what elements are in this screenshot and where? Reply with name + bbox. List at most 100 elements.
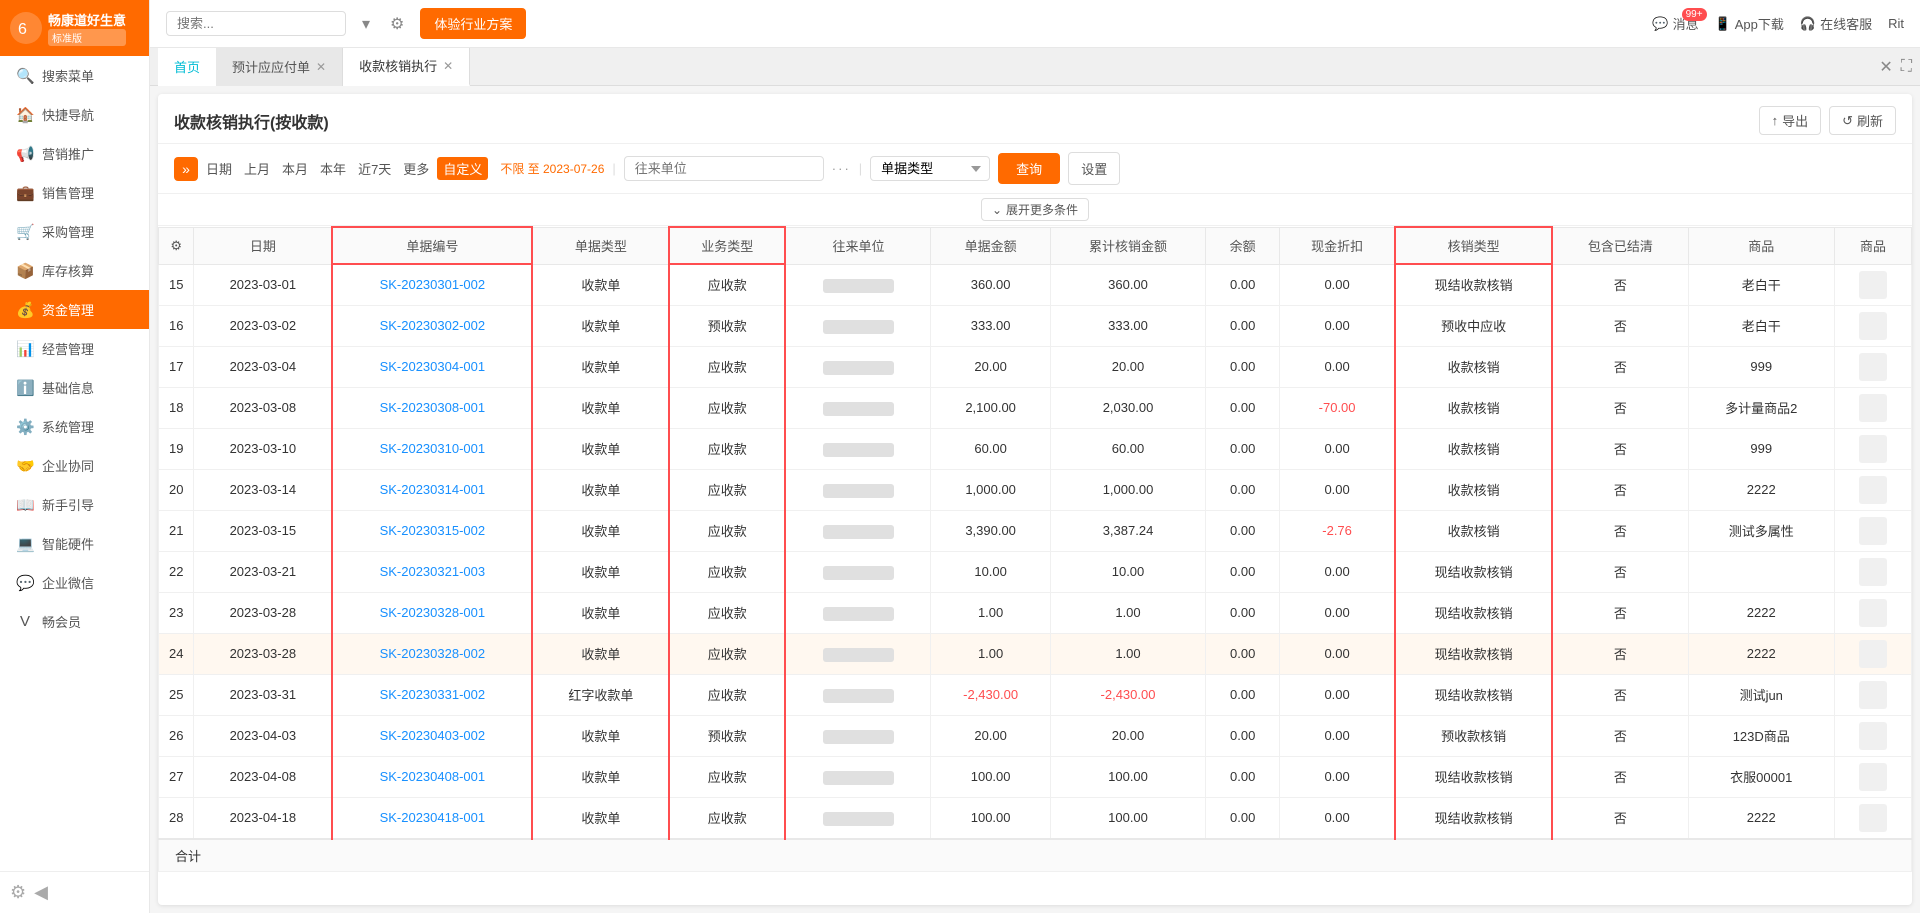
doc-no-link[interactable]: SK-20230314-001 — [380, 482, 486, 497]
settings-bottom-icon[interactable]: ⚙ — [10, 882, 26, 903]
goods-thumbnail — [1859, 435, 1887, 463]
industry-btn[interactable]: 体验行业方案 — [420, 8, 526, 39]
row-biz-type: 应收款 — [669, 797, 785, 839]
sidebar-item-wechat[interactable]: 💬 企业微信 — [0, 563, 149, 602]
sidebar-item-inventory[interactable]: 📦 库存核算 — [0, 251, 149, 290]
row-include-settled: 否 — [1552, 469, 1688, 510]
settings-icon[interactable]: ⚙ — [386, 10, 408, 38]
counterpart-input[interactable] — [624, 156, 824, 181]
tab-close-all-btn[interactable]: ✕ — [1879, 57, 1892, 77]
sidebar-item-operation[interactable]: 📊 经营管理 — [0, 329, 149, 368]
tab-payable-close[interactable]: ✕ — [316, 60, 326, 74]
sidebar-item-base[interactable]: ℹ️ 基础信息 — [0, 368, 149, 407]
doc-no-link[interactable]: SK-20230418-001 — [380, 810, 486, 825]
date-options: 上月 本月 本年 近7天 更多 自定义 — [240, 157, 488, 180]
export-button[interactable]: ↑ 导出 — [1759, 106, 1822, 135]
filter-toggle-button[interactable]: » — [174, 157, 198, 181]
row-cash-discount: 0.00 — [1280, 633, 1395, 674]
sidebar-menu: 🔍 搜索菜单 🏠 快捷导航 📢 营销推广 💼 销售管理 🛒 采购管理 📦 库存核… — [0, 56, 149, 871]
tab-home[interactable]: 首页 — [158, 48, 216, 86]
row-biz-type: 应收款 — [669, 510, 785, 551]
row-wc-type: 预收中应收 — [1395, 305, 1552, 346]
doc-no-link[interactable]: SK-20230315-002 — [380, 523, 486, 538]
row-goods2 — [1834, 510, 1911, 551]
row-goods — [1688, 551, 1834, 592]
sidebar-item-shortcut[interactable]: 🏠 快捷导航 — [0, 95, 149, 134]
row-balance: 0.00 — [1206, 551, 1280, 592]
doc-no-link[interactable]: SK-20230302-002 — [380, 318, 486, 333]
row-cash-discount: 0.00 — [1280, 715, 1395, 756]
col-amount-header: 单据金额 — [931, 227, 1050, 264]
expand-conditions-button[interactable]: ⌄ 展开更多条件 — [981, 198, 1089, 221]
dropdown-icon[interactable]: ▾ — [358, 10, 374, 38]
date-opt-this-year[interactable]: 本年 — [316, 157, 350, 180]
col-biz-type-header: 业务类型 — [669, 227, 785, 264]
tab-payable[interactable]: 预计应应付单 ✕ — [216, 48, 343, 86]
sidebar-item-search[interactable]: 🔍 搜索菜单 — [0, 56, 149, 95]
date-opt-this-month[interactable]: 本月 — [278, 157, 312, 180]
row-doc-type: 收款单 — [532, 797, 669, 839]
doc-no-link[interactable]: SK-20230328-002 — [380, 646, 486, 661]
search-input[interactable] — [166, 11, 346, 36]
col-gear-header[interactable]: ⚙ — [159, 227, 194, 264]
doc-no-link[interactable]: SK-20230321-003 — [380, 564, 486, 579]
doc-type-select[interactable]: 单据类型 — [870, 156, 990, 181]
user-profile[interactable]: Rit — [1888, 16, 1904, 31]
expand-icon: ⌄ — [992, 203, 1002, 217]
date-opt-last-month[interactable]: 上月 — [240, 157, 274, 180]
row-doc-no: SK-20230331-002 — [332, 674, 532, 715]
tab-expand-btn[interactable]: ⛶ — [1901, 57, 1912, 77]
sidebar-item-label: 搜索菜单 — [42, 66, 94, 85]
doc-no-link[interactable]: SK-20230310-001 — [380, 441, 486, 456]
collapse-icon[interactable]: ◀ — [34, 882, 48, 903]
setting-button[interactable]: 设置 — [1068, 152, 1120, 185]
table-row: 17 2023-03-04 SK-20230304-001 收款单 应收款 ██… — [159, 346, 1912, 387]
sidebar-item-sales[interactable]: 💼 销售管理 — [0, 173, 149, 212]
query-button[interactable]: 查询 — [998, 153, 1060, 184]
doc-no-link[interactable]: SK-20230403-002 — [380, 728, 486, 743]
app-download-btn[interactable]: 📱 App下载 — [1715, 14, 1784, 33]
sidebar-item-capital[interactable]: 💰 资金管理 — [0, 290, 149, 329]
doc-no-link[interactable]: SK-20230328-001 — [380, 605, 486, 620]
col-cum-amount-header: 累计核销金额 — [1050, 227, 1206, 264]
doc-no-link[interactable]: SK-20230408-001 — [380, 769, 486, 784]
tab-collection-close[interactable]: ✕ — [443, 59, 453, 73]
message-btn[interactable]: 💬 消息 99+ — [1652, 14, 1698, 33]
info-icon: ℹ️ — [16, 379, 34, 397]
row-include-settled: 否 — [1552, 387, 1688, 428]
content-area: 收款核销执行(按收款) ↑ 导出 ↺ 刷新 » 日期 上月 本月 本年 近7天 — [158, 94, 1912, 905]
sidebar-item-hardware[interactable]: 💻 智能硬件 — [0, 524, 149, 563]
doc-no-link[interactable]: SK-20230331-002 — [380, 687, 486, 702]
date-opt-custom[interactable]: 自定义 — [437, 157, 488, 180]
row-amount: 1,000.00 — [931, 469, 1050, 510]
sidebar-item-marketing[interactable]: 📢 营销推广 — [0, 134, 149, 173]
row-date: 2023-03-02 — [194, 305, 332, 346]
goods-thumbnail — [1859, 394, 1887, 422]
table-body: 15 2023-03-01 SK-20230301-002 收款单 应收款 ██… — [159, 264, 1912, 871]
doc-no-link[interactable]: SK-20230308-001 — [380, 400, 486, 415]
sidebar-item-guide[interactable]: 📖 新手引导 — [0, 485, 149, 524]
row-cash-discount: 0.00 — [1280, 346, 1395, 387]
topbar-right: 💬 消息 99+ 📱 App下载 🎧 在线客服 Rit — [1652, 14, 1904, 33]
sidebar-item-system[interactable]: ⚙️ 系统管理 — [0, 407, 149, 446]
doc-no-link[interactable]: SK-20230304-001 — [380, 359, 486, 374]
sidebar-item-enterprise[interactable]: 🤝 企业协同 — [0, 446, 149, 485]
service-label: 在线客服 — [1820, 14, 1872, 33]
col-include-settled-header: 包含已结清 — [1552, 227, 1688, 264]
row-balance: 0.00 — [1206, 469, 1280, 510]
sidebar-logo: 6 畅康道好生意 标准版 — [0, 0, 149, 56]
date-opt-more[interactable]: 更多 — [399, 157, 433, 180]
tab-collection[interactable]: 收款核销执行 ✕ — [343, 48, 470, 86]
sidebar-item-member[interactable]: V 畅会员 — [0, 602, 149, 641]
row-counterpart: ████ — [785, 346, 931, 387]
row-counterpart: ████ — [785, 264, 931, 305]
online-service-btn[interactable]: 🎧 在线客服 — [1800, 14, 1872, 33]
doc-no-link[interactable]: SK-20230301-002 — [380, 277, 486, 292]
row-balance: 0.00 — [1206, 510, 1280, 551]
date-filter-label: 日期 — [206, 159, 232, 178]
sidebar-item-purchase[interactable]: 🛒 采购管理 — [0, 212, 149, 251]
row-cash-discount: 0.00 — [1280, 264, 1395, 305]
row-amount: 3,390.00 — [931, 510, 1050, 551]
date-opt-7days[interactable]: 近7天 — [354, 157, 395, 180]
refresh-button[interactable]: ↺ 刷新 — [1829, 106, 1896, 135]
